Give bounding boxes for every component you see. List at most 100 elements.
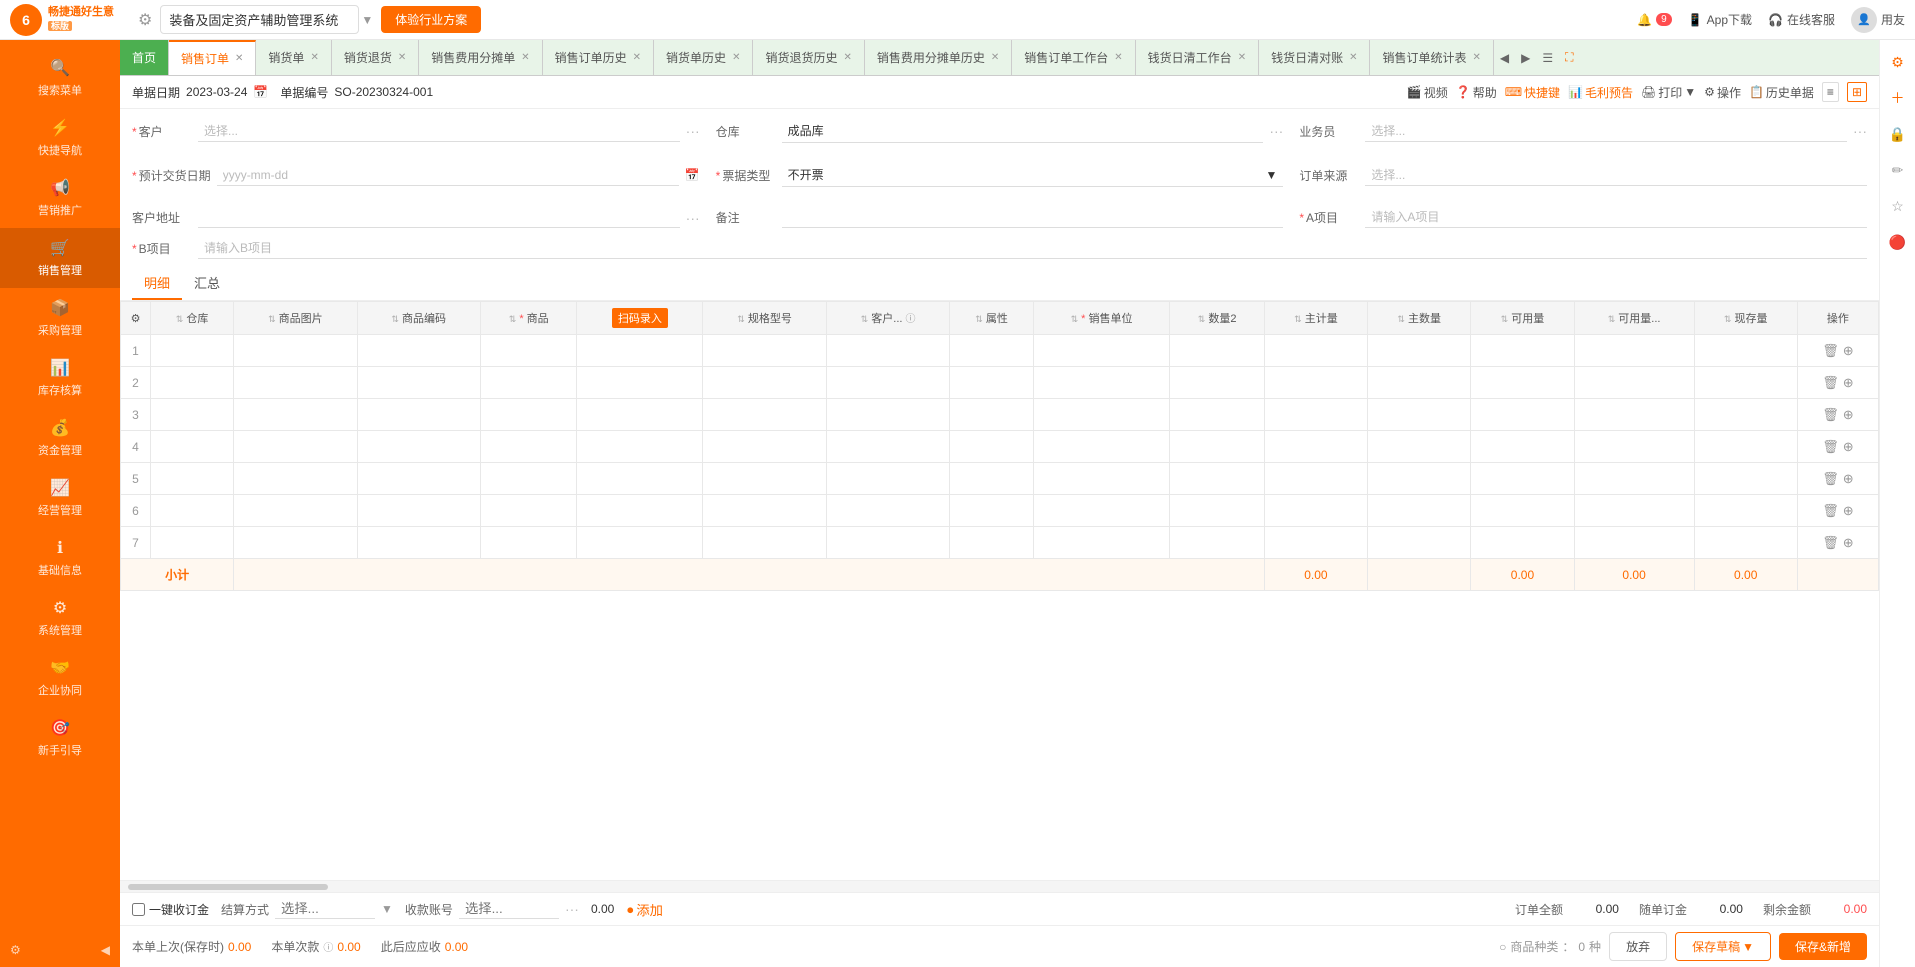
account-input[interactable] [459, 899, 559, 919]
sort-warehouse[interactable]: ⇅ [176, 314, 184, 324]
row-qty2[interactable] [1170, 463, 1264, 495]
row-delete-btn[interactable]: 🗑 [1822, 471, 1839, 487]
row-main-qty[interactable] [1368, 367, 1471, 399]
row-product[interactable] [480, 367, 577, 399]
row-warehouse[interactable] [151, 367, 234, 399]
row-customer-code[interactable] [826, 335, 950, 367]
settings-icon[interactable]: ⚙ [138, 10, 152, 30]
tab-return-history[interactable]: 销货退货历史 ✕ [753, 40, 864, 76]
sidebar-item-guide[interactable]: 🎯 新手引导 [0, 708, 120, 768]
tab-order-history[interactable]: 销售订单历史 ✕ [543, 40, 654, 76]
tab-summary[interactable]: 汇总 [182, 267, 232, 300]
invoice-select[interactable]: 不开票 ▼ [782, 163, 1284, 187]
tab-fullscreen[interactable]: ⛶ [1559, 50, 1579, 65]
save-new-btn[interactable]: 保存&新增 [1779, 933, 1867, 960]
row-unit[interactable] [1033, 335, 1170, 367]
tab-close-order-workspace[interactable]: ✕ [1114, 52, 1122, 63]
hotkey-btn[interactable]: ⌨ 快捷键 [1505, 84, 1560, 101]
row-attr[interactable] [950, 495, 1033, 527]
card-view-btn[interactable]: ⊞ [1847, 82, 1867, 102]
sidebar-item-purchase[interactable]: 📦 采购管理 [0, 288, 120, 348]
tab-sales-order[interactable]: 销售订单 ✕ [169, 40, 256, 76]
row-delete-btn[interactable]: 🗑 [1822, 535, 1839, 551]
sort-available[interactable]: ⇅ [1501, 314, 1509, 324]
tab-close-invoice-history[interactable]: ✕ [732, 52, 740, 63]
save-draft-btn[interactable]: 保存草稿 ▼ [1675, 932, 1771, 961]
tab-cost-history[interactable]: 销售费用分摊单历史 ✕ [865, 40, 1012, 76]
sort-qty2[interactable]: ⇅ [1198, 314, 1206, 324]
notifications[interactable]: 🔔 9 9 [1637, 13, 1672, 27]
row-customer-code[interactable] [826, 367, 950, 399]
a-project-input[interactable] [1365, 207, 1867, 228]
help-btn[interactable]: ❓ 帮助 [1456, 84, 1497, 101]
row-delete-btn[interactable]: 🗑 [1822, 503, 1839, 519]
order-source-input[interactable] [1365, 165, 1867, 186]
right-panel-edit-icon[interactable]: ✏ [1884, 156, 1912, 184]
discard-btn[interactable]: 放弃 [1609, 932, 1667, 961]
tab-close-return-history[interactable]: ✕ [843, 52, 851, 63]
row-attr[interactable] [950, 527, 1033, 559]
tab-menu[interactable]: ☰ [1536, 51, 1559, 65]
row-copy-btn[interactable]: ⊕ [1843, 407, 1854, 423]
action-btn[interactable]: ⚙ 操作 [1704, 84, 1741, 101]
row-unit[interactable] [1033, 399, 1170, 431]
row-copy-btn[interactable]: ⊕ [1843, 471, 1854, 487]
sort-attr[interactable]: ⇅ [975, 314, 983, 324]
sidebar-item-inventory[interactable]: 📊 库存核算 [0, 348, 120, 408]
row-spec[interactable] [703, 527, 826, 559]
row-qty2[interactable] [1170, 399, 1264, 431]
tab-sales-cost[interactable]: 销售费用分摊单 ✕ [419, 40, 542, 76]
sidebar-collapse-icon[interactable]: ◀ [101, 943, 110, 957]
row-sku[interactable] [357, 495, 480, 527]
row-customer-code[interactable] [826, 495, 950, 527]
row-warehouse[interactable] [151, 335, 234, 367]
row-warehouse[interactable] [151, 495, 234, 527]
row-product[interactable] [480, 463, 577, 495]
sort-img[interactable]: ⇅ [268, 314, 276, 324]
sidebar-item-management[interactable]: 📈 经营管理 [0, 468, 120, 528]
row-copy-btn[interactable]: ⊕ [1843, 343, 1854, 359]
row-main-qty[interactable] [1368, 463, 1471, 495]
row-attr[interactable] [950, 399, 1033, 431]
row-unit[interactable] [1033, 431, 1170, 463]
sort-main-unit[interactable]: ⇅ [1294, 314, 1302, 324]
row-main-qty[interactable] [1368, 399, 1471, 431]
row-product[interactable] [480, 495, 577, 527]
sidebar-item-system[interactable]: ⚙ 系统管理 [0, 588, 120, 648]
payment-method-dropdown[interactable]: ▼ [381, 902, 393, 916]
tab-daily-workspace[interactable]: 钱货日清工作台 ✕ [1136, 40, 1259, 76]
row-attr[interactable] [950, 431, 1033, 463]
row-warehouse[interactable] [151, 527, 234, 559]
remark-input[interactable] [782, 207, 1284, 228]
row-main-qty[interactable] [1368, 431, 1471, 463]
right-panel-setup-icon[interactable]: ⚙ [1884, 48, 1912, 76]
row-main-qty[interactable] [1368, 335, 1471, 367]
row-customer-code[interactable] [826, 399, 950, 431]
row-copy-btn[interactable]: ⊕ [1843, 503, 1854, 519]
row-unit[interactable] [1033, 495, 1170, 527]
tab-invoice-history[interactable]: 销货单历史 ✕ [654, 40, 753, 76]
row-delete-btn[interactable]: 🗑 [1822, 407, 1839, 423]
system-name[interactable]: 装备及固定资产辅助管理系统 [160, 5, 359, 34]
b-project-input[interactable] [198, 238, 1867, 259]
tab-detail[interactable]: 明细 [132, 267, 182, 300]
row-copy-btn[interactable]: ⊕ [1843, 375, 1854, 391]
row-qty2[interactable] [1170, 335, 1264, 367]
row-spec[interactable] [703, 335, 826, 367]
tab-prev[interactable]: ◀ [1494, 51, 1515, 65]
sort-stock[interactable]: ⇅ [1724, 314, 1732, 324]
row-qty2[interactable] [1170, 367, 1264, 399]
sidebar-item-marketing[interactable]: 📢 营销推广 [0, 168, 120, 228]
row-product[interactable] [480, 399, 577, 431]
row-warehouse[interactable] [151, 463, 234, 495]
tab-close-daily-workspace[interactable]: ✕ [1238, 52, 1246, 63]
row-attr[interactable] [950, 463, 1033, 495]
customer-input[interactable] [198, 121, 680, 142]
row-unit[interactable] [1033, 463, 1170, 495]
row-product[interactable] [480, 527, 577, 559]
row-qty2[interactable] [1170, 495, 1264, 527]
customer-more-icon[interactable]: ··· [686, 123, 700, 139]
row-unit[interactable] [1033, 367, 1170, 399]
tab-sales-invoice[interactable]: 销货单 ✕ [256, 40, 331, 76]
right-panel-alert-icon[interactable]: 🔴 [1884, 228, 1912, 256]
